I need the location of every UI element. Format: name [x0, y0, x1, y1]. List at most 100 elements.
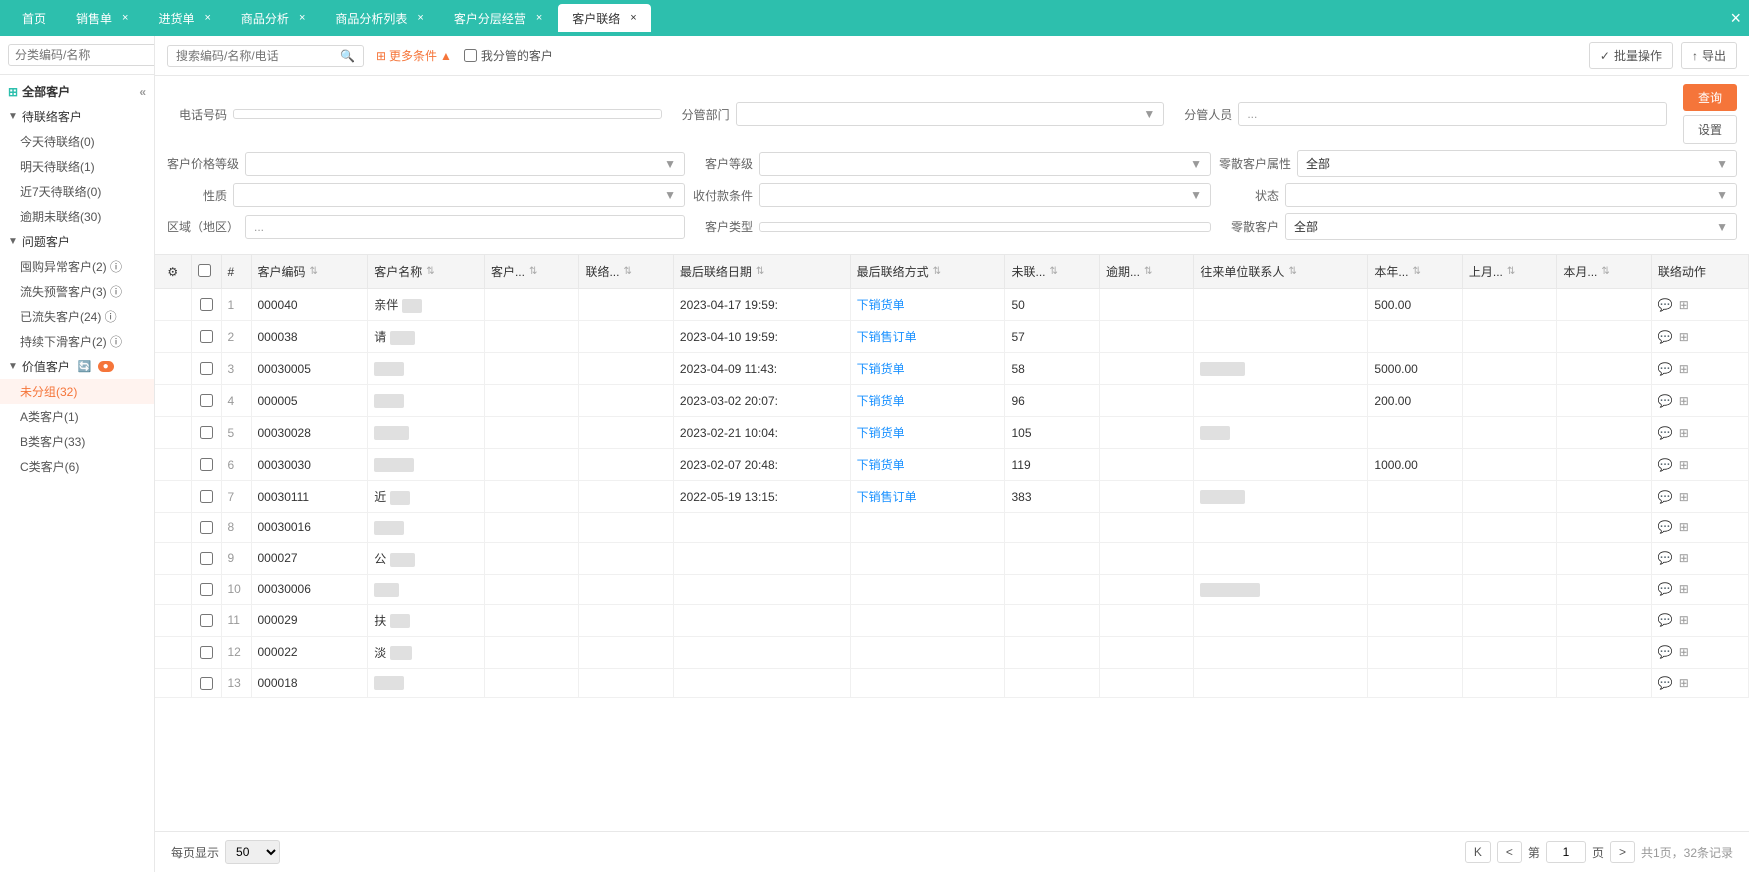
group-problem-customers[interactable]: ▼ 问题客户	[0, 229, 154, 254]
payment-select[interactable]: ▼	[759, 183, 1211, 207]
query-button[interactable]: 查询	[1683, 84, 1737, 111]
message-icon[interactable]: 💬	[1658, 490, 1673, 504]
this-month-column-header[interactable]: 本月...⇅	[1557, 255, 1651, 289]
sidebar-collapse-icon[interactable]: «	[139, 85, 146, 99]
row-checkbox[interactable]	[191, 289, 221, 321]
message-icon[interactable]: 💬	[1658, 676, 1673, 690]
phone-input[interactable]	[233, 109, 662, 119]
tab-customer-contact[interactable]: 客户联络 ×	[558, 4, 650, 32]
row-select-checkbox[interactable]	[200, 583, 213, 596]
batch-ops-button[interactable]: ✓ 批量操作	[1589, 42, 1673, 69]
message-icon[interactable]: 💬	[1658, 394, 1673, 408]
sort-icon-type[interactable]: ⇅	[529, 266, 537, 277]
export-button[interactable]: ↑ 导出	[1681, 42, 1737, 69]
sidebar-item-tomorrow[interactable]: 明天待联络(1)	[0, 154, 154, 179]
row-checkbox[interactable]	[191, 574, 221, 604]
last-contact-date-column-header[interactable]: 最后联络日期⇅	[673, 255, 850, 289]
sort-icon-last-month[interactable]: ⇅	[1507, 266, 1515, 277]
region-input[interactable]: ...	[245, 215, 685, 239]
contact-method-link[interactable]: 下销货单	[857, 362, 905, 376]
row-last-contact-method[interactable]: 下销货单	[850, 385, 1005, 417]
sidebar-item-class-b[interactable]: B类客户(33)	[0, 429, 154, 454]
tab-purchase-close[interactable]: ×	[204, 12, 210, 24]
no-contact-column-header[interactable]: 未联...⇅	[1005, 255, 1099, 289]
sort-icon-name[interactable]: ⇅	[426, 266, 434, 277]
row-last-contact-method[interactable]: 下销货单	[850, 417, 1005, 449]
page-size-select[interactable]: 50 100 200	[225, 840, 280, 864]
customer-type-select[interactable]	[759, 222, 1211, 232]
overdue-column-header[interactable]: 逾期...⇅	[1099, 255, 1193, 289]
row-checkbox[interactable]	[191, 604, 221, 636]
contact-method-link[interactable]: 下销货单	[857, 394, 905, 408]
row-select-checkbox[interactable]	[200, 614, 213, 627]
sort-icon-year[interactable]: ⇅	[1412, 266, 1420, 277]
sidebar-item-churn-warning[interactable]: 流失预警客户(3) ⓘ	[0, 279, 154, 304]
name-column-header[interactable]: 客户名称⇅	[368, 255, 485, 289]
sort-icon-company[interactable]: ⇅	[1288, 266, 1296, 277]
scattered-attr-select[interactable]: 全部 ▼	[1297, 150, 1737, 177]
row-checkbox[interactable]	[191, 636, 221, 668]
contact-column-header[interactable]: 联络...⇅	[579, 255, 673, 289]
last-month-column-header[interactable]: 上月...⇅	[1462, 255, 1556, 289]
status-select[interactable]: ▼	[1285, 183, 1737, 207]
grid-action-icon[interactable]: ⊞	[1679, 613, 1689, 627]
grid-action-icon[interactable]: ⊞	[1679, 394, 1689, 408]
tab-customer-tier-close[interactable]: ×	[536, 12, 542, 24]
row-checkbox[interactable]	[191, 385, 221, 417]
reset-button[interactable]: 设置	[1683, 115, 1737, 144]
search-box[interactable]: 🔍	[167, 45, 364, 67]
message-icon[interactable]: 💬	[1658, 520, 1673, 534]
tab-sales[interactable]: 销售单 ×	[62, 4, 142, 32]
price-level-select[interactable]: ▼	[245, 152, 685, 176]
message-icon[interactable]: 💬	[1658, 645, 1673, 659]
grid-action-icon[interactable]: ⊞	[1679, 582, 1689, 596]
row-checkbox[interactable]	[191, 449, 221, 481]
sort-icon-date[interactable]: ⇅	[756, 266, 764, 277]
contact-method-link[interactable]: 下销售订单	[857, 330, 917, 344]
message-icon[interactable]: 💬	[1658, 458, 1673, 472]
row-checkbox[interactable]	[191, 321, 221, 353]
sidebar-item-class-a[interactable]: A类客户(1)	[0, 404, 154, 429]
my-customers-check[interactable]	[464, 49, 477, 62]
message-icon[interactable]: 💬	[1658, 426, 1673, 440]
row-last-contact-method[interactable]: 下销货单	[850, 289, 1005, 321]
row-checkbox[interactable]	[191, 353, 221, 385]
row-checkbox[interactable]	[191, 542, 221, 574]
tab-home[interactable]: 首页	[8, 4, 60, 32]
sidebar-item-class-c[interactable]: C类客户(6)	[0, 454, 154, 479]
grid-action-icon[interactable]: ⊞	[1679, 520, 1689, 534]
dept-select[interactable]: ▼	[736, 102, 1165, 126]
settings-column-header[interactable]: ⚙	[155, 255, 191, 289]
tab-product-list[interactable]: 商品分析列表 ×	[321, 4, 437, 32]
row-select-checkbox[interactable]	[200, 362, 213, 375]
contact-method-link[interactable]: 下销货单	[857, 426, 905, 440]
tab-product-analysis-close[interactable]: ×	[299, 12, 305, 24]
sort-icon-code[interactable]: ⇅	[310, 266, 318, 277]
search-input[interactable]	[176, 49, 336, 63]
grid-action-icon[interactable]: ⊞	[1679, 330, 1689, 344]
type-column-header[interactable]: 客户...⇅	[484, 255, 578, 289]
row-checkbox[interactable]	[191, 481, 221, 513]
this-year-column-header[interactable]: 本年...⇅	[1368, 255, 1462, 289]
row-select-checkbox[interactable]	[200, 426, 213, 439]
message-icon[interactable]: 💬	[1658, 298, 1673, 312]
message-icon[interactable]: 💬	[1658, 613, 1673, 627]
search-icon[interactable]: 🔍	[340, 49, 355, 63]
tab-purchase[interactable]: 进货单 ×	[144, 4, 224, 32]
row-last-contact-method[interactable]: 下销售订单	[850, 481, 1005, 513]
row-select-checkbox[interactable]	[200, 646, 213, 659]
sidebar-item-7days[interactable]: 近7天待联络(0)	[0, 179, 154, 204]
row-select-checkbox[interactable]	[200, 490, 213, 503]
sidebar-item-overdue[interactable]: 逾期未联络(30)	[0, 204, 154, 229]
company-contact-column-header[interactable]: 往来单位联系人⇅	[1194, 255, 1368, 289]
row-select-checkbox[interactable]	[200, 552, 213, 565]
page-input[interactable]	[1546, 841, 1586, 863]
tab-product-list-close[interactable]: ×	[417, 12, 423, 24]
message-icon[interactable]: 💬	[1658, 330, 1673, 344]
grid-action-icon[interactable]: ⊞	[1679, 362, 1689, 376]
row-last-contact-method[interactable]: 下销货单	[850, 353, 1005, 385]
all-customers-header[interactable]: ⊞ 全部客户 «	[0, 75, 154, 104]
sort-icon-method[interactable]: ⇅	[933, 266, 941, 277]
grid-action-icon[interactable]: ⊞	[1679, 458, 1689, 472]
contact-method-link[interactable]: 下销售订单	[857, 490, 917, 504]
